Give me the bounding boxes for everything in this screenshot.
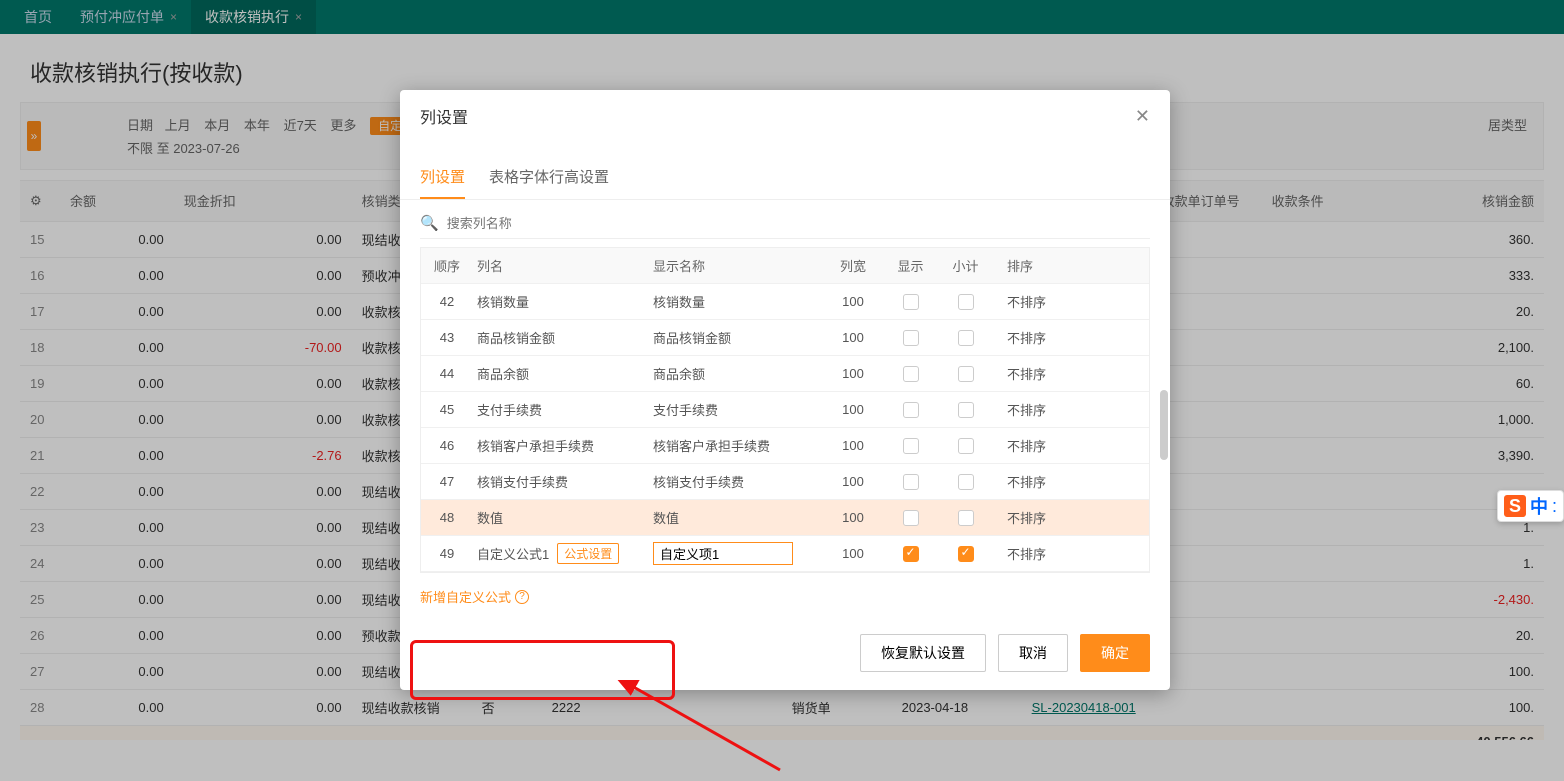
show-checkbox[interactable] bbox=[903, 474, 919, 490]
ime-logo-icon: S bbox=[1504, 495, 1526, 517]
ok-button[interactable]: 确定 bbox=[1080, 634, 1150, 672]
cancel-button[interactable]: 取消 bbox=[998, 634, 1068, 672]
subtotal-checkbox[interactable] bbox=[958, 366, 974, 382]
subtotal-checkbox[interactable] bbox=[958, 402, 974, 418]
subtotal-checkbox[interactable] bbox=[958, 438, 974, 454]
modal-tab-font[interactable]: 表格字体行高设置 bbox=[489, 158, 609, 199]
subtotal-checkbox[interactable] bbox=[958, 546, 974, 562]
show-checkbox[interactable] bbox=[903, 402, 919, 418]
modal-tab-columns[interactable]: 列设置 bbox=[420, 158, 465, 199]
col-config-row[interactable]: 49自定义公式1公式设置100不排序 bbox=[421, 536, 1149, 572]
col-config-row[interactable]: 45支付手续费支付手续费100不排序 bbox=[421, 392, 1149, 428]
modal-title: 列设置 bbox=[420, 104, 468, 128]
close-icon[interactable]: ✕ bbox=[1135, 106, 1150, 127]
show-checkbox[interactable] bbox=[903, 510, 919, 526]
col-config-row[interactable]: 43商品核销金额商品核销金额100不排序 bbox=[421, 320, 1149, 356]
show-checkbox[interactable] bbox=[903, 330, 919, 346]
ime-indicator[interactable]: S 中 : bbox=[1497, 490, 1564, 522]
subtotal-checkbox[interactable] bbox=[958, 510, 974, 526]
subtotal-checkbox[interactable] bbox=[958, 330, 974, 346]
scrollbar[interactable] bbox=[1160, 390, 1168, 460]
col-config-row[interactable]: 47核销支付手续费核销支付手续费100不排序 bbox=[421, 464, 1149, 500]
help-icon[interactable]: ? bbox=[515, 590, 529, 604]
subtotal-checkbox[interactable] bbox=[958, 474, 974, 490]
col-config-row[interactable]: 44商品余额商品余额100不排序 bbox=[421, 356, 1149, 392]
subtotal-checkbox[interactable] bbox=[958, 294, 974, 310]
show-checkbox[interactable] bbox=[903, 546, 919, 562]
reset-button[interactable]: 恢复默认设置 bbox=[860, 634, 986, 672]
show-checkbox[interactable] bbox=[903, 366, 919, 382]
modal-search: 🔍 bbox=[420, 214, 1150, 239]
show-checkbox[interactable] bbox=[903, 438, 919, 454]
col-config-row[interactable]: 48数值数值100不排序 bbox=[421, 500, 1149, 536]
column-config-table: 顺序 列名 显示名称 列宽 显示 小计 排序 42核销数量核销数量100不排序4… bbox=[420, 247, 1150, 573]
modal-tabs: 列设置 表格字体行高设置 bbox=[400, 158, 1170, 200]
col-table-header: 顺序 列名 显示名称 列宽 显示 小计 排序 bbox=[421, 248, 1149, 284]
add-formula-link[interactable]: 新增自定义公式 ? bbox=[420, 587, 1150, 606]
column-settings-modal: 列设置 ✕ 列设置 表格字体行高设置 🔍 顺序 列名 显示名称 列宽 显示 小计… bbox=[400, 90, 1170, 690]
col-config-row[interactable]: 46核销客户承担手续费核销客户承担手续费100不排序 bbox=[421, 428, 1149, 464]
display-name-input[interactable] bbox=[653, 542, 793, 565]
show-checkbox[interactable] bbox=[903, 294, 919, 310]
modal-footer: 恢复默认设置 取消 确定 bbox=[400, 620, 1170, 690]
search-input[interactable] bbox=[447, 216, 1150, 231]
search-icon: 🔍 bbox=[420, 214, 439, 232]
col-config-row[interactable]: 42核销数量核销数量100不排序 bbox=[421, 284, 1149, 320]
formula-settings-button[interactable]: 公式设置 bbox=[557, 543, 619, 564]
